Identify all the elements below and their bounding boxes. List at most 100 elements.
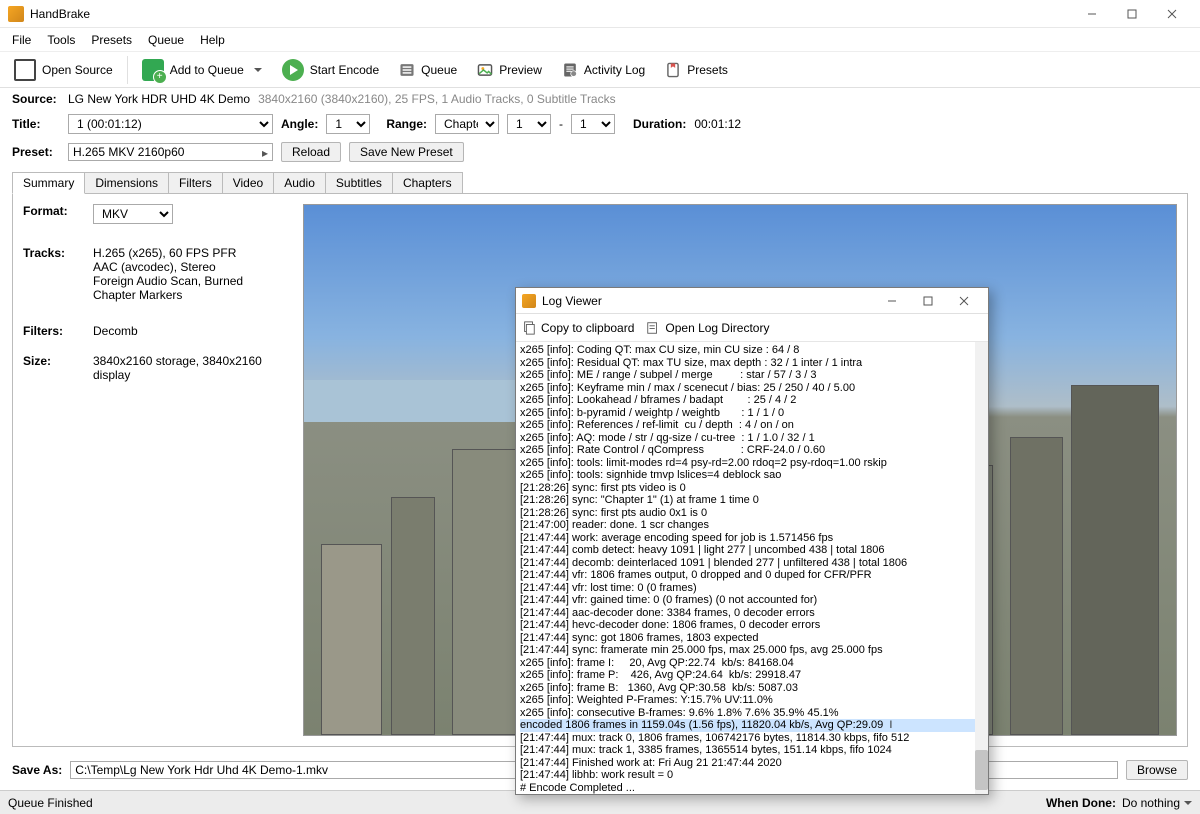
add-queue-icon [142,59,164,81]
log-line: x265 [info]: Coding QT: max CU size, min… [520,344,982,357]
preset-row: Preset: ▸ Reload Save New Preset [0,138,1200,166]
tab-chapters[interactable]: Chapters [392,172,463,194]
log-line: x265 [info]: Rate Control / qCompress : … [520,444,982,457]
folder-icon [646,321,660,335]
dialog-minimize-button[interactable] [874,289,910,313]
chevron-down-icon [254,68,262,72]
menu-queue[interactable]: Queue [140,30,192,50]
log-line: encoded 1806 frames in 1159.04s (1.56 fp… [520,719,982,732]
dialog-maximize-button[interactable] [910,289,946,313]
menu-presets[interactable]: Presets [83,30,140,50]
scrollbar-thumb[interactable] [975,750,988,790]
range-type-select[interactable]: Chapters [435,114,499,134]
save-new-preset-button[interactable]: Save New Preset [349,142,464,162]
range-label: Range: [386,117,427,131]
log-line: x265 [info]: Residual QT: max TU size, m… [520,357,982,370]
log-line: x265 [info]: frame I: 20, Avg QP:22.74 k… [520,657,982,670]
browse-button[interactable]: Browse [1126,760,1188,780]
preset-field[interactable] [68,143,273,161]
range-to-select[interactable]: 1 [571,114,615,134]
title-row: Title: 1 (00:01:12) Angle: 1 Range: Chap… [0,110,1200,138]
log-icon [562,62,578,78]
copy-label: Copy to clipboard [541,321,634,335]
log-line: [21:47:44] Finished work at: Fri Aug 21 … [520,757,982,770]
source-meta: 3840x2160 (3840x2160), 25 FPS, 1 Audio T… [258,92,616,106]
menu-tools[interactable]: Tools [39,30,83,50]
duration-label: Duration: [633,117,686,131]
toolbar: Open Source Add to Queue Start Encode Qu… [0,52,1200,88]
menu-help[interactable]: Help [192,30,233,50]
tracks-label: Tracks: [23,246,83,302]
track-item: Foreign Audio Scan, Burned [93,274,283,288]
copy-to-clipboard-button[interactable]: Copy to clipboard [522,321,634,335]
app-icon [522,294,536,308]
tabs: Summary Dimensions Filters Video Audio S… [0,166,1200,194]
minimize-button[interactable] [1072,1,1112,27]
log-line: [21:47:44] decomb: deinterlaced 1091 | b… [520,557,982,570]
log-line: [21:47:44] mux: track 1, 3385 frames, 13… [520,744,982,757]
presets-button[interactable]: Presets [657,59,736,81]
log-line: [21:47:44] vfr: gained time: 0 (0 frames… [520,594,982,607]
preview-label: Preview [499,63,542,77]
log-line: x265 [info]: Weighted P-Frames: Y:15.7% … [520,694,982,707]
log-viewer-dialog: Log Viewer Copy to clipboard Open Log Di… [515,287,989,795]
queue-button[interactable]: Queue [391,59,465,81]
app-icon [8,6,24,22]
log-line: x265 [info]: tools: limit-modes rd=4 psy… [520,457,982,470]
add-to-queue-button[interactable]: Add to Queue [134,56,270,84]
chevron-down-icon[interactable] [1184,801,1192,805]
title-select[interactable]: 1 (00:01:12) [68,114,273,134]
preview-button[interactable]: Preview [469,59,550,81]
filters-label: Filters: [23,324,83,338]
angle-select[interactable]: 1 [326,114,370,134]
open-dir-label: Open Log Directory [665,321,769,335]
log-body[interactable]: x265 [info]: Coding QT: max CU size, min… [516,342,988,794]
titlebar: HandBrake [0,0,1200,28]
angle-label: Angle: [281,117,318,131]
log-line: x265 [info]: frame B: 1360, Avg QP:30.58… [520,682,982,695]
log-line: x265 [info]: b-pyramid / weightp / weigh… [520,407,982,420]
preview-icon [477,62,493,78]
log-line: [21:28:26] sync: first pts video is 0 [520,482,982,495]
range-from-select[interactable]: 1 [507,114,551,134]
copy-icon [522,321,536,335]
tab-dimensions[interactable]: Dimensions [84,172,169,194]
log-line: x265 [info]: AQ: mode / str / qg-size / … [520,432,982,445]
log-line: x265 [info]: consecutive B-frames: 9.6% … [520,707,982,720]
dialog-toolbar: Copy to clipboard Open Log Directory [516,314,988,342]
tab-subtitles[interactable]: Subtitles [325,172,393,194]
maximize-button[interactable] [1112,1,1152,27]
tab-audio[interactable]: Audio [273,172,326,194]
open-source-button[interactable]: Open Source [6,56,121,84]
dialog-close-button[interactable] [946,289,982,313]
log-line: x265 [info]: Lookahead / bframes / badap… [520,394,982,407]
format-select[interactable]: MKV [93,204,173,224]
log-line: [21:28:26] sync: first pts audio 0x1 is … [520,507,982,520]
start-encode-label: Start Encode [310,63,379,77]
open-log-directory-button[interactable]: Open Log Directory [646,321,769,335]
scrollbar[interactable] [975,342,988,794]
chevron-right-icon[interactable]: ▸ [262,146,268,160]
when-done-value[interactable]: Do nothing [1122,796,1180,810]
start-encode-button[interactable]: Start Encode [274,56,387,84]
open-source-label: Open Source [42,63,113,77]
title-label: Title: [12,117,60,131]
close-button[interactable] [1152,1,1192,27]
dialog-titlebar[interactable]: Log Viewer [516,288,988,314]
log-line: [21:47:44] mux: track 0, 1806 frames, 10… [520,732,982,745]
activity-log-button[interactable]: Activity Log [554,59,653,81]
track-item: H.265 (x265), 60 FPS PFR [93,246,283,260]
tab-video[interactable]: Video [222,172,274,194]
activity-log-label: Activity Log [584,63,645,77]
save-as-label: Save As: [12,763,62,777]
tab-summary[interactable]: Summary [12,172,85,194]
log-line: x265 [info]: frame P: 426, Avg QP:24.64 … [520,669,982,682]
track-item: AAC (avcodec), Stereo [93,260,283,274]
menu-file[interactable]: File [4,30,39,50]
format-label: Format: [23,204,83,224]
range-dash: - [559,117,563,131]
reload-button[interactable]: Reload [281,142,341,162]
film-icon [14,59,36,81]
tab-filters[interactable]: Filters [168,172,223,194]
duration-value: 00:01:12 [694,117,741,131]
